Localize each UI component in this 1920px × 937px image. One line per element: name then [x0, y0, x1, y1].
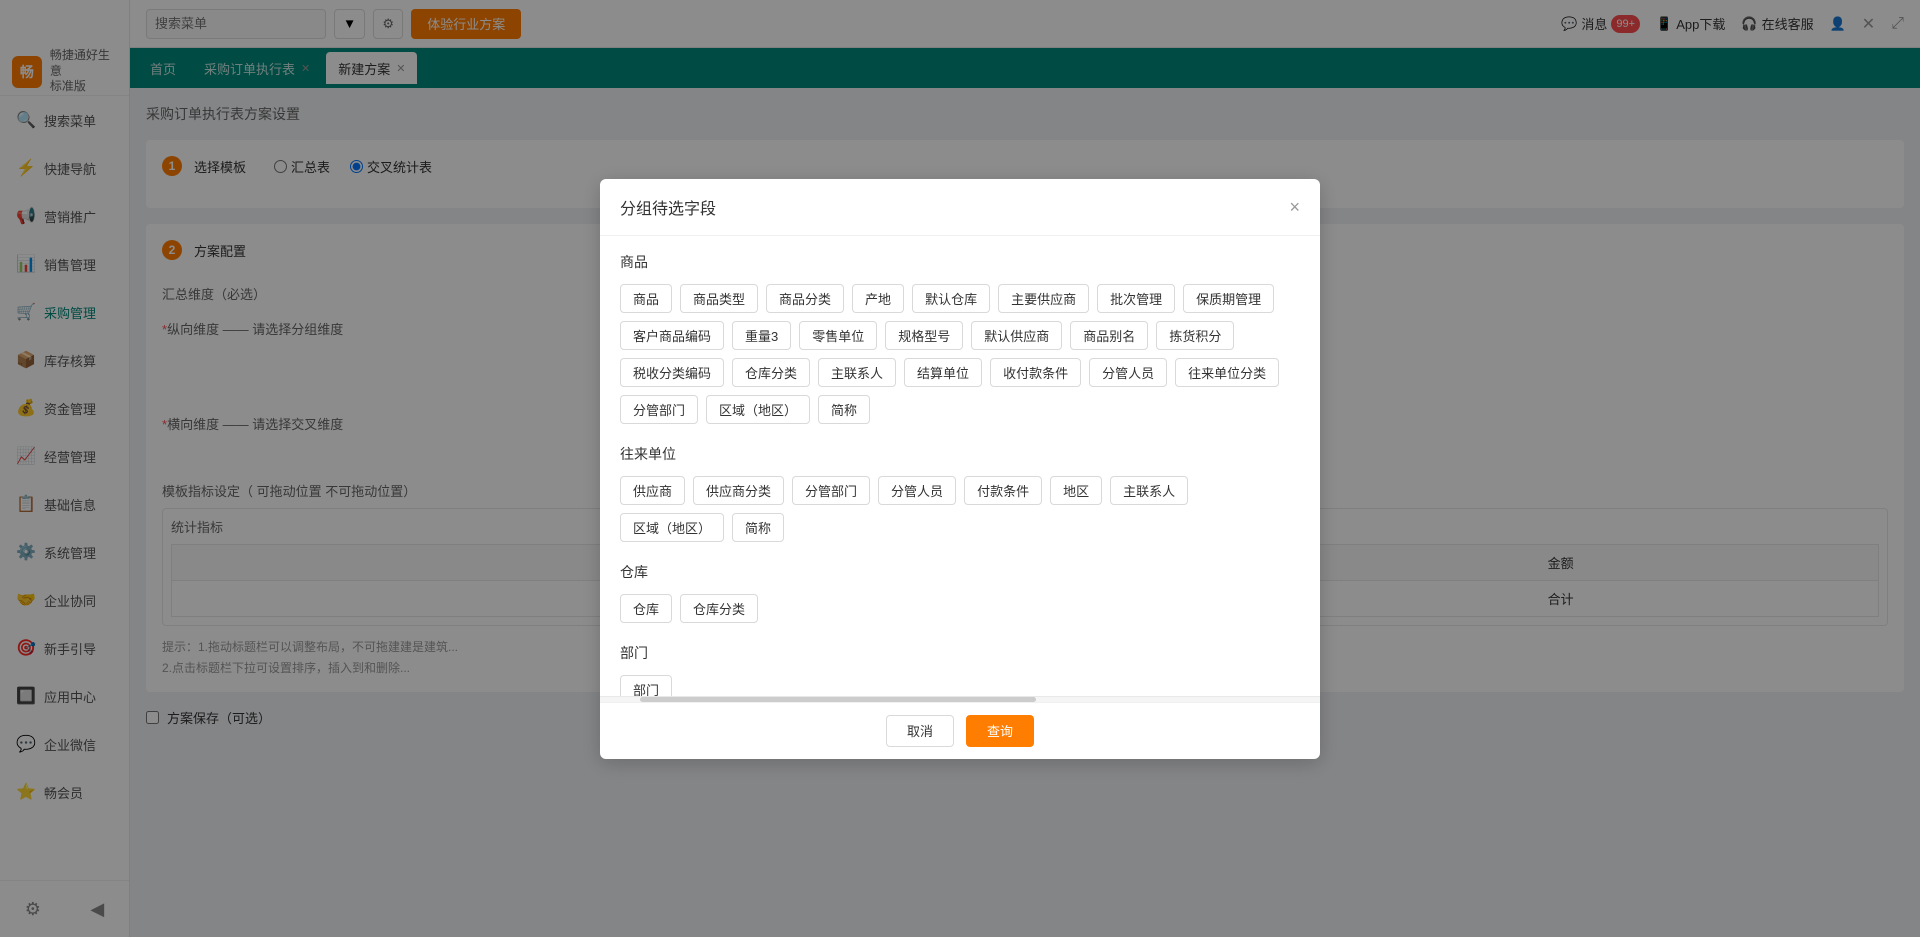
modal-close-button[interactable]: ×: [1289, 198, 1300, 216]
confirm-button[interactable]: 查询: [966, 715, 1034, 747]
field-tag-0-14[interactable]: 拣货积分: [1156, 321, 1234, 350]
field-tags-1: 供应商供应商分类分管部门分管人员付款条件地区主联系人区域（地区） 简称: [620, 476, 1300, 542]
field-tag-0-12[interactable]: 默认供应商: [971, 321, 1062, 350]
field-tag-1-3[interactable]: 分管人员: [878, 476, 956, 505]
field-group-title-2: 仓库: [620, 562, 1300, 582]
field-tag-0-11[interactable]: 规格型号: [885, 321, 963, 350]
field-tags-3: 部门: [620, 675, 1300, 697]
field-tag-0-17[interactable]: 主联系人: [818, 358, 896, 387]
field-tag-0-19[interactable]: 收付款条件: [990, 358, 1081, 387]
field-tag-1-0[interactable]: 供应商: [620, 476, 685, 505]
field-tag-1-1[interactable]: 供应商分类: [693, 476, 784, 505]
modal-body[interactable]: 商品商品商品类型商品分类产地默认仓库主要供应商批次管理保质期管理客户商品编码重量…: [600, 236, 1320, 697]
field-tag-0-24[interactable]: 简称: [818, 395, 870, 424]
field-tag-0-16[interactable]: 仓库分类: [732, 358, 810, 387]
field-tag-1-7[interactable]: 区域（地区）: [620, 513, 724, 542]
field-tag-3-0[interactable]: 部门: [620, 675, 672, 697]
modal-overlay: 分组待选字段 × 商品商品商品类型商品分类产地默认仓库主要供应商批次管理保质期管…: [0, 0, 1920, 937]
field-tag-2-0[interactable]: 仓库: [620, 594, 672, 623]
field-tag-2-1[interactable]: 仓库分类: [680, 594, 758, 623]
field-tag-1-4[interactable]: 付款条件: [964, 476, 1042, 505]
field-group-0: 商品商品商品类型商品分类产地默认仓库主要供应商批次管理保质期管理客户商品编码重量…: [620, 252, 1300, 424]
modal-title: 分组待选字段: [620, 195, 716, 219]
field-tag-0-0[interactable]: 商品: [620, 284, 672, 313]
modal-header: 分组待选字段 ×: [600, 179, 1320, 236]
field-tag-1-8[interactable]: 简称: [732, 513, 784, 542]
cancel-button[interactable]: 取消: [886, 715, 954, 747]
field-tag-0-13[interactable]: 商品别名: [1070, 321, 1148, 350]
field-tag-1-5[interactable]: 地区: [1050, 476, 1102, 505]
field-tag-0-2[interactable]: 商品分类: [766, 284, 844, 313]
field-tag-0-18[interactable]: 结算单位: [904, 358, 982, 387]
field-group-title-1: 往来单位: [620, 444, 1300, 464]
field-group-1: 往来单位供应商供应商分类分管部门分管人员付款条件地区主联系人区域（地区） 简称: [620, 444, 1300, 542]
field-tags-2: 仓库仓库分类: [620, 594, 1300, 623]
field-tag-0-21[interactable]: 往来单位分类: [1175, 358, 1279, 387]
field-tag-0-3[interactable]: 产地: [852, 284, 904, 313]
field-tag-0-23[interactable]: 区域（地区）: [706, 395, 810, 424]
field-tag-0-8[interactable]: 客户商品编码: [620, 321, 724, 350]
field-group-title-0: 商品: [620, 252, 1300, 272]
field-tag-1-6[interactable]: 主联系人: [1110, 476, 1188, 505]
field-tag-0-22[interactable]: 分管部门: [620, 395, 698, 424]
field-group-2: 仓库仓库仓库分类: [620, 562, 1300, 623]
modal: 分组待选字段 × 商品商品商品类型商品分类产地默认仓库主要供应商批次管理保质期管…: [600, 179, 1320, 759]
field-tags-0: 商品商品类型商品分类产地默认仓库主要供应商批次管理保质期管理客户商品编码重量3 零…: [620, 284, 1300, 424]
field-tag-1-2[interactable]: 分管部门: [792, 476, 870, 505]
field-tag-0-9[interactable]: 重量3: [732, 321, 791, 350]
modal-footer: 取消 查询: [600, 702, 1320, 759]
field-group-3: 部门部门: [620, 643, 1300, 697]
field-tag-0-20[interactable]: 分管人员: [1089, 358, 1167, 387]
field-group-title-3: 部门: [620, 643, 1300, 663]
field-tag-0-6[interactable]: 批次管理: [1097, 284, 1175, 313]
field-tag-0-7[interactable]: 保质期管理: [1183, 284, 1274, 313]
field-tag-0-4[interactable]: 默认仓库: [912, 284, 990, 313]
field-tag-0-1[interactable]: 商品类型: [680, 284, 758, 313]
field-tag-0-5[interactable]: 主要供应商: [998, 284, 1089, 313]
field-tag-0-10[interactable]: 零售单位: [799, 321, 877, 350]
field-tag-0-15[interactable]: 税收分类编码: [620, 358, 724, 387]
